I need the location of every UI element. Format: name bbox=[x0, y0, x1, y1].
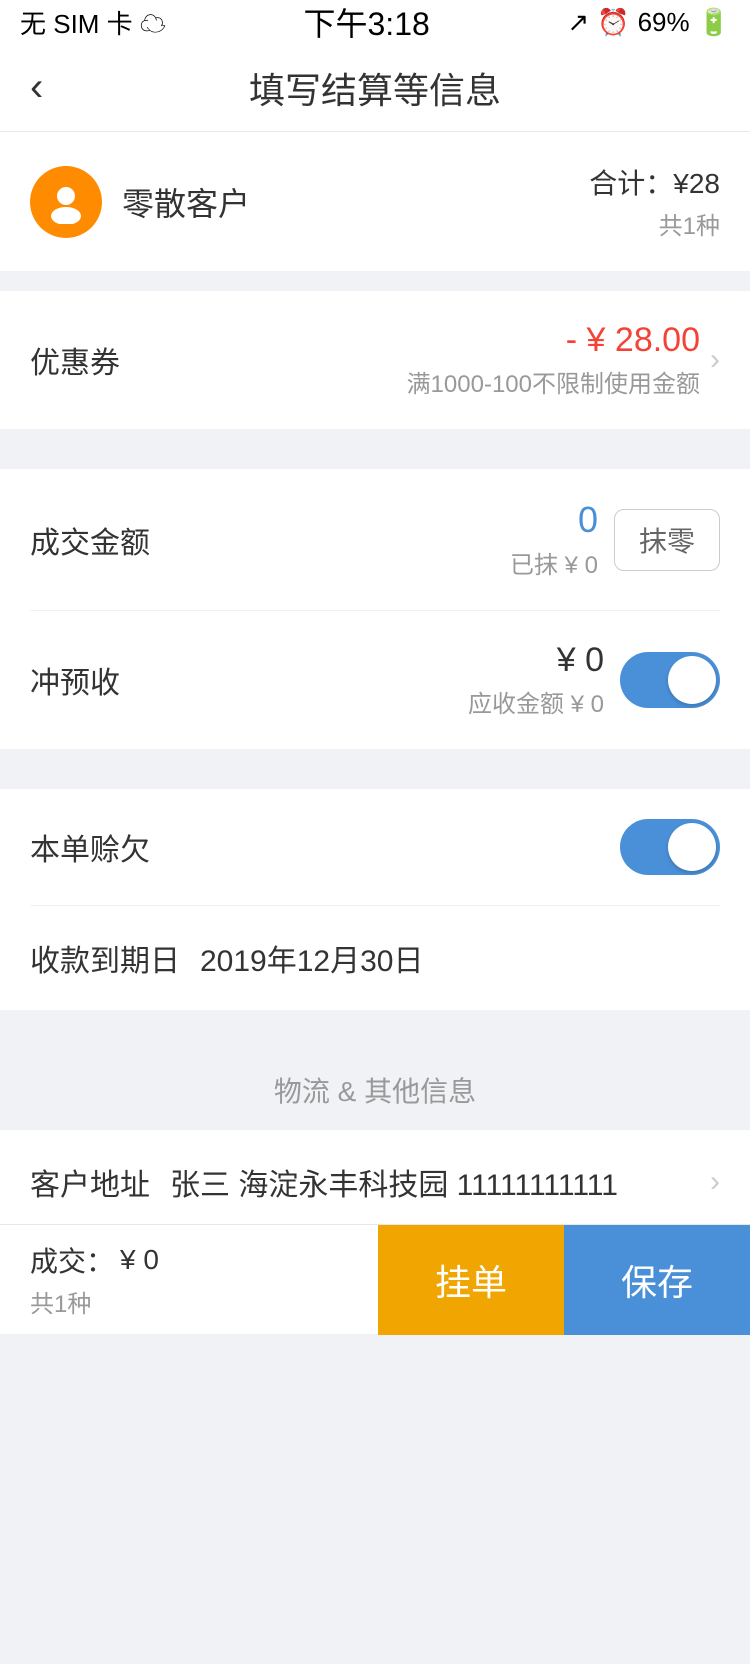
address-row[interactable]: 客户地址 张三 海淀永丰科技园 11111111111 › bbox=[0, 1130, 750, 1234]
bottom-deal-label: 成交： bbox=[30, 1240, 114, 1280]
deal-amount-section: 成交金额 0 已抹 ¥ 0 抹零 冲预收 ¥ 0 应收金额 ¥ 0 bbox=[0, 469, 750, 749]
customer-row: 零散客户 合计：¥28 共1种 bbox=[0, 132, 750, 271]
customer-total: 合计：¥28 bbox=[589, 162, 720, 202]
address-chevron-icon: › bbox=[710, 1165, 720, 1199]
bottom-bar: 成交： ¥ 0 共1种 挂单 保存 bbox=[0, 1224, 750, 1334]
hang-button[interactable]: 挂单 bbox=[378, 1225, 564, 1335]
address-section: 客户地址 张三 海淀永丰科技园 11111111111 › bbox=[0, 1130, 750, 1234]
debt-toggle[interactable] bbox=[620, 819, 720, 875]
prepayment-toggle[interactable] bbox=[620, 652, 720, 708]
battery-icon: 🔋 bbox=[698, 7, 730, 38]
prepayment-amount-wrap: ¥ 0 应收金额 ¥ 0 bbox=[468, 641, 604, 719]
due-date-row: 收款到期日 2019年12月30日 bbox=[0, 906, 750, 1010]
prepayment-label: 冲预收 bbox=[30, 658, 120, 702]
status-right: ↗ ⏰ 69% 🔋 bbox=[567, 7, 730, 38]
debt-toggle-knob bbox=[668, 823, 716, 871]
debt-label: 本单赊欠 bbox=[30, 825, 150, 869]
prepayment-toggle-wrap bbox=[620, 652, 720, 708]
deal-amount-sub: 已抹 ¥ 0 bbox=[510, 545, 598, 580]
chevron-right-icon: › bbox=[710, 343, 720, 377]
address-value: 张三 海淀永丰科技园 11111111111 bbox=[170, 1160, 710, 1204]
bottom-deal-row: 成交： ¥ 0 bbox=[30, 1240, 348, 1280]
coupon-desc: 满1000-100不限制使用金额 bbox=[407, 364, 700, 399]
due-date-label: 收款到期日 bbox=[30, 936, 180, 980]
prepayment-row: 冲预收 ¥ 0 应收金额 ¥ 0 bbox=[0, 611, 750, 749]
toggle-knob bbox=[668, 656, 716, 704]
debt-toggle-wrap bbox=[620, 819, 720, 875]
section-separator-3 bbox=[0, 1030, 750, 1050]
section-separator-1 bbox=[0, 449, 750, 469]
page-title: 填写结算等信息 bbox=[249, 62, 501, 114]
coupon-row[interactable]: 优惠券 - ¥ 28.00 满1000-100不限制使用金额 › bbox=[0, 291, 750, 429]
bottom-summary: 成交： ¥ 0 共1种 bbox=[0, 1240, 378, 1319]
customer-right: 合计：¥28 共1种 bbox=[589, 162, 720, 241]
prepayment-amount: ¥ 0 bbox=[468, 641, 604, 680]
coupon-right: - ¥ 28.00 满1000-100不限制使用金额 bbox=[407, 321, 700, 399]
debt-section: 本单赊欠 收款到期日 2019年12月30日 bbox=[0, 789, 750, 1010]
coupon-amount: - ¥ 28.00 bbox=[407, 321, 700, 360]
coupon-section: 优惠券 - ¥ 28.00 满1000-100不限制使用金额 › bbox=[0, 291, 750, 429]
deal-amount-row: 成交金额 0 已抹 ¥ 0 抹零 bbox=[0, 469, 750, 610]
logistics-title: 物流 & 其他信息 bbox=[274, 1070, 476, 1110]
avatar bbox=[30, 166, 102, 238]
battery-text: 69% bbox=[638, 7, 690, 38]
status-bar: 无 SIM 卡 ☁ 下午3:18 ↗ ⏰ 69% 🔋 bbox=[0, 0, 750, 44]
alarm-icon: ⏰ bbox=[597, 7, 629, 38]
customer-section: 零散客户 合计：¥28 共1种 bbox=[0, 132, 750, 271]
save-button[interactable]: 保存 bbox=[564, 1225, 750, 1335]
address-label: 客户地址 bbox=[30, 1160, 150, 1204]
no-sim-text: 无 SIM 卡 ☁ bbox=[20, 4, 166, 41]
customer-count: 共1种 bbox=[589, 206, 720, 241]
back-button[interactable]: ‹ bbox=[30, 65, 43, 110]
logistics-header: 物流 & 其他信息 bbox=[0, 1050, 750, 1130]
deal-amount-label: 成交金额 bbox=[30, 518, 150, 562]
amount-right-wrap: 0 已抹 ¥ 0 bbox=[510, 499, 598, 580]
prepayment-sub: 应收金额 ¥ 0 bbox=[468, 684, 604, 719]
customer-name: 零散客户 bbox=[122, 179, 250, 225]
status-time: 下午3:18 bbox=[304, 0, 430, 45]
coupon-label: 优惠券 bbox=[30, 338, 120, 382]
bottom-deal-amount: ¥ 0 bbox=[120, 1244, 159, 1276]
location-icon: ↗ bbox=[567, 7, 589, 38]
deal-amount-right: 0 已抹 ¥ 0 抹零 bbox=[510, 499, 720, 580]
bottom-count: 共1种 bbox=[30, 1284, 348, 1319]
section-separator-2 bbox=[0, 769, 750, 789]
round-zero-button[interactable]: 抹零 bbox=[614, 509, 720, 571]
due-date-value: 2019年12月30日 bbox=[200, 936, 423, 980]
nav-bar: ‹ 填写结算等信息 bbox=[0, 44, 750, 132]
debt-row: 本单赊欠 bbox=[0, 789, 750, 905]
address-right: › bbox=[710, 1165, 720, 1199]
deal-amount-value: 0 bbox=[510, 499, 598, 541]
status-left: 无 SIM 卡 ☁ bbox=[20, 4, 166, 41]
prepayment-right: ¥ 0 应收金额 ¥ 0 bbox=[468, 641, 720, 719]
customer-left: 零散客户 bbox=[30, 166, 250, 238]
